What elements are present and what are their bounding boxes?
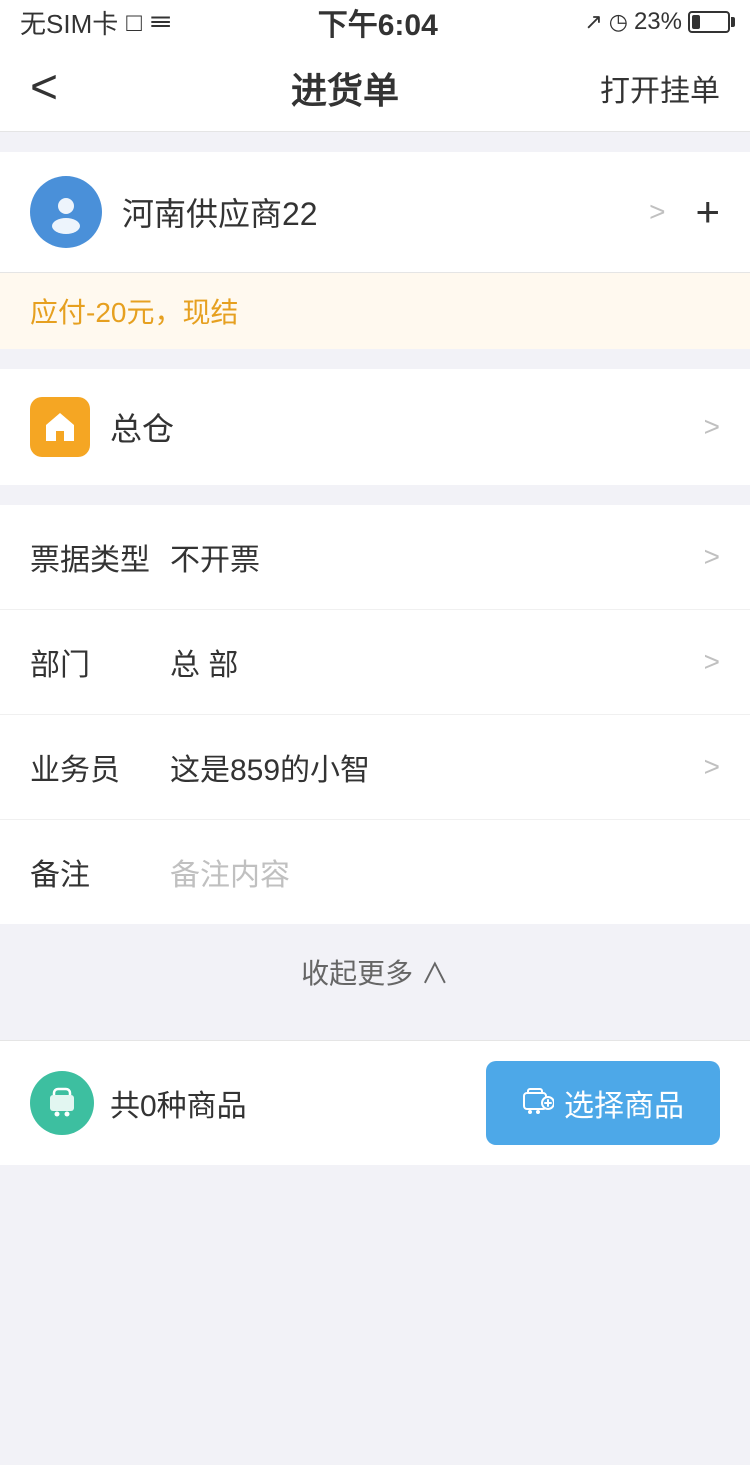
gray-content-area	[0, 1165, 750, 1465]
form-card: 票据类型 不开票 > 部门 总 部 > 业务员 这是859的小智 > 备注 备注…	[0, 505, 750, 924]
back-button[interactable]: <	[30, 60, 90, 115]
invoice-label: 票据类型	[30, 535, 150, 579]
warehouse-arrow-icon: >	[704, 411, 720, 443]
select-product-button[interactable]: 选择商品	[486, 1061, 720, 1145]
department-label: 部门	[30, 640, 150, 684]
form-row-department[interactable]: 部门 总 部 >	[0, 609, 750, 714]
supplier-alert: 应付-20元，现结	[0, 273, 750, 349]
add-supplier-button[interactable]: +	[695, 191, 720, 233]
remark-label: 备注	[30, 850, 150, 894]
select-product-label: 选择商品	[564, 1081, 684, 1125]
alarm-icon: ◷	[609, 9, 628, 35]
salesperson-arrow-icon: >	[704, 751, 720, 783]
form-row-remark[interactable]: 备注 备注内容	[0, 819, 750, 924]
invoice-value: 不开票	[150, 535, 704, 579]
department-arrow-icon: >	[704, 646, 720, 678]
remark-placeholder[interactable]: 备注内容	[150, 850, 720, 894]
form-row-salesperson[interactable]: 业务员 这是859的小智 >	[0, 714, 750, 819]
page-title: 进货单	[291, 62, 399, 114]
salesperson-value: 这是859的小智	[150, 745, 704, 789]
divider-4	[0, 1020, 750, 1040]
divider-1	[0, 132, 750, 152]
warehouse-name: 总仓	[110, 404, 704, 450]
bottom-bar: 共0种商品 选择商品	[0, 1040, 750, 1165]
status-bar: 无SIM卡 □ 𝍢 下午6:04 ↗ ◷ 23%	[0, 0, 750, 44]
status-time: 下午6:04	[318, 0, 438, 44]
battery-percent: 23%	[634, 8, 682, 36]
wifi-icon: □	[126, 7, 142, 38]
supplier-name: 河南供应商22	[122, 189, 649, 235]
supplier-avatar	[30, 176, 102, 248]
supplier-card: 河南供应商22 > + 应付-20元，现结	[0, 152, 750, 349]
collapse-button[interactable]: 收起更多 ∧	[0, 924, 750, 1020]
product-count: 共0种商品	[110, 1081, 486, 1125]
department-value: 总 部	[150, 640, 704, 684]
salesperson-label: 业务员	[30, 745, 150, 789]
warehouse-row[interactable]: 总仓 >	[0, 369, 750, 485]
divider-3	[0, 485, 750, 505]
supplier-arrow-icon: >	[649, 196, 665, 228]
select-product-icon	[522, 1087, 554, 1119]
supplier-row[interactable]: 河南供应商22 > +	[0, 152, 750, 273]
divider-2	[0, 349, 750, 369]
carrier-label: 无SIM卡	[20, 4, 118, 41]
status-right: ↗ ◷ 23%	[584, 8, 730, 36]
wifi-symbol: 𝍢	[150, 0, 171, 44]
form-row-invoice[interactable]: 票据类型 不开票 >	[0, 505, 750, 609]
open-pending-button[interactable]: 打开挂单	[600, 66, 720, 110]
nav-bar: < 进货单 打开挂单	[0, 44, 750, 132]
warehouse-card[interactable]: 总仓 >	[0, 369, 750, 485]
product-icon	[30, 1071, 94, 1135]
location-icon: ↗	[584, 9, 602, 35]
battery-icon	[688, 11, 730, 33]
warehouse-icon	[30, 397, 90, 457]
invoice-arrow-icon: >	[704, 541, 720, 573]
status-left: 无SIM卡 □ 𝍢	[20, 0, 171, 44]
